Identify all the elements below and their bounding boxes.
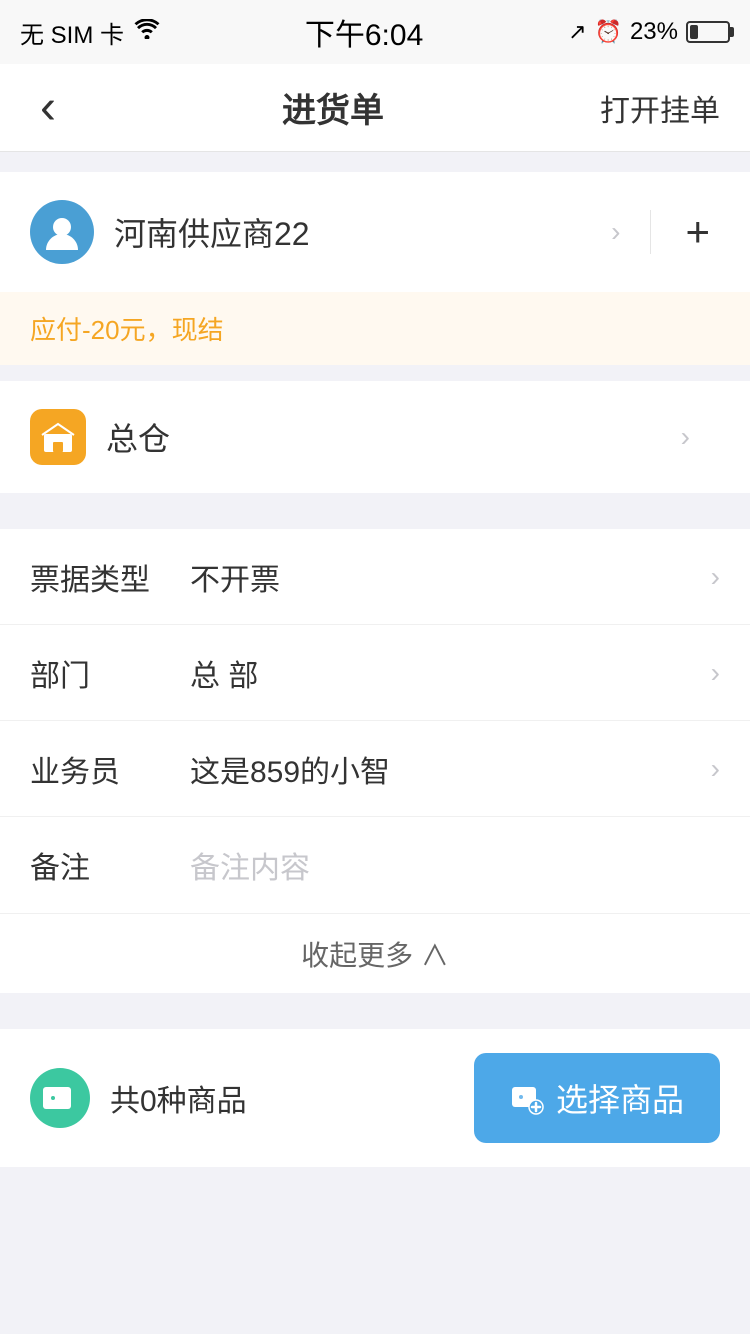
- invoice-type-value: 不开票: [170, 555, 711, 599]
- department-label: 部门: [30, 651, 170, 695]
- salesperson-value: 这是859的小智: [170, 747, 711, 791]
- remark-input[interactable]: 备注内容: [170, 843, 720, 887]
- department-chevron-icon: ›: [711, 657, 720, 689]
- salesperson-chevron-icon: ›: [711, 753, 720, 785]
- carrier-text: 无 SIM 卡: [20, 15, 124, 50]
- product-count-text: 共0种商品: [110, 1076, 454, 1120]
- status-right: ↗ ⏰ 23%: [568, 18, 730, 46]
- warehouse-icon: [30, 409, 86, 465]
- status-bar: 无 SIM 卡 下午6:04 ↗ ⏰ 23%: [0, 0, 750, 64]
- status-left: 无 SIM 卡: [20, 15, 160, 50]
- wifi-icon: [134, 19, 160, 45]
- open-pending-button[interactable]: 打开挂单: [600, 86, 720, 130]
- department-value: 总 部: [170, 651, 711, 695]
- select-product-button[interactable]: 选择商品: [474, 1053, 720, 1143]
- invoice-type-chevron-icon: ›: [711, 561, 720, 593]
- warehouse-name: 总仓: [106, 414, 681, 460]
- warehouse-row[interactable]: 总仓 ›: [0, 381, 750, 493]
- alarm-icon: ⏰: [595, 19, 622, 45]
- bottom-bar: 共0种商品 选择商品: [0, 1029, 750, 1167]
- supplier-section: 河南供应商22 › + 应付-20元，现结: [0, 172, 750, 365]
- collapse-button[interactable]: 收起更多 ∧: [0, 913, 750, 993]
- supplier-avatar: [30, 200, 94, 264]
- select-product-icon: [510, 1081, 544, 1115]
- add-supplier-button[interactable]: +: [675, 208, 720, 256]
- collapse-label: 收起更多 ∧: [301, 934, 449, 974]
- remark-row[interactable]: 备注 备注内容: [0, 817, 750, 913]
- supplier-row[interactable]: 河南供应商22 › +: [0, 172, 750, 292]
- page-title: 进货单: [282, 83, 384, 132]
- select-product-label: 选择商品: [556, 1075, 684, 1121]
- section-divider-2: [0, 365, 750, 381]
- form-section: 票据类型 不开票 › 部门 总 部 › 业务员 这是859的小智 › 备注 备注…: [0, 529, 750, 993]
- salesperson-row[interactable]: 业务员 这是859的小智 ›: [0, 721, 750, 817]
- warehouse-section: 总仓 ›: [0, 381, 750, 493]
- back-button[interactable]: ‹: [30, 70, 66, 145]
- battery-icon: [686, 21, 730, 43]
- section-divider-3: [0, 493, 750, 509]
- nav-bar: ‹ 进货单 打开挂单: [0, 64, 750, 152]
- section-divider-4: [0, 993, 750, 1009]
- section-divider-top: [0, 152, 750, 172]
- notice-text: 应付-20元，现结: [30, 315, 224, 345]
- warehouse-chevron-icon: ›: [681, 421, 690, 453]
- status-time: 下午6:04: [305, 10, 423, 54]
- supplier-chevron-icon: ›: [611, 216, 620, 248]
- remark-label: 备注: [30, 843, 170, 887]
- battery-text: 23%: [630, 18, 678, 46]
- invoice-type-label: 票据类型: [30, 555, 170, 599]
- supplier-name: 河南供应商22: [114, 209, 611, 255]
- salesperson-label: 业务员: [30, 747, 170, 791]
- supplier-divider: [650, 210, 651, 254]
- product-cart-icon: [30, 1068, 90, 1128]
- department-row[interactable]: 部门 总 部 ›: [0, 625, 750, 721]
- notice-banner: 应付-20元，现结: [0, 292, 750, 365]
- location-icon: ↗: [568, 19, 586, 45]
- invoice-type-row[interactable]: 票据类型 不开票 ›: [0, 529, 750, 625]
